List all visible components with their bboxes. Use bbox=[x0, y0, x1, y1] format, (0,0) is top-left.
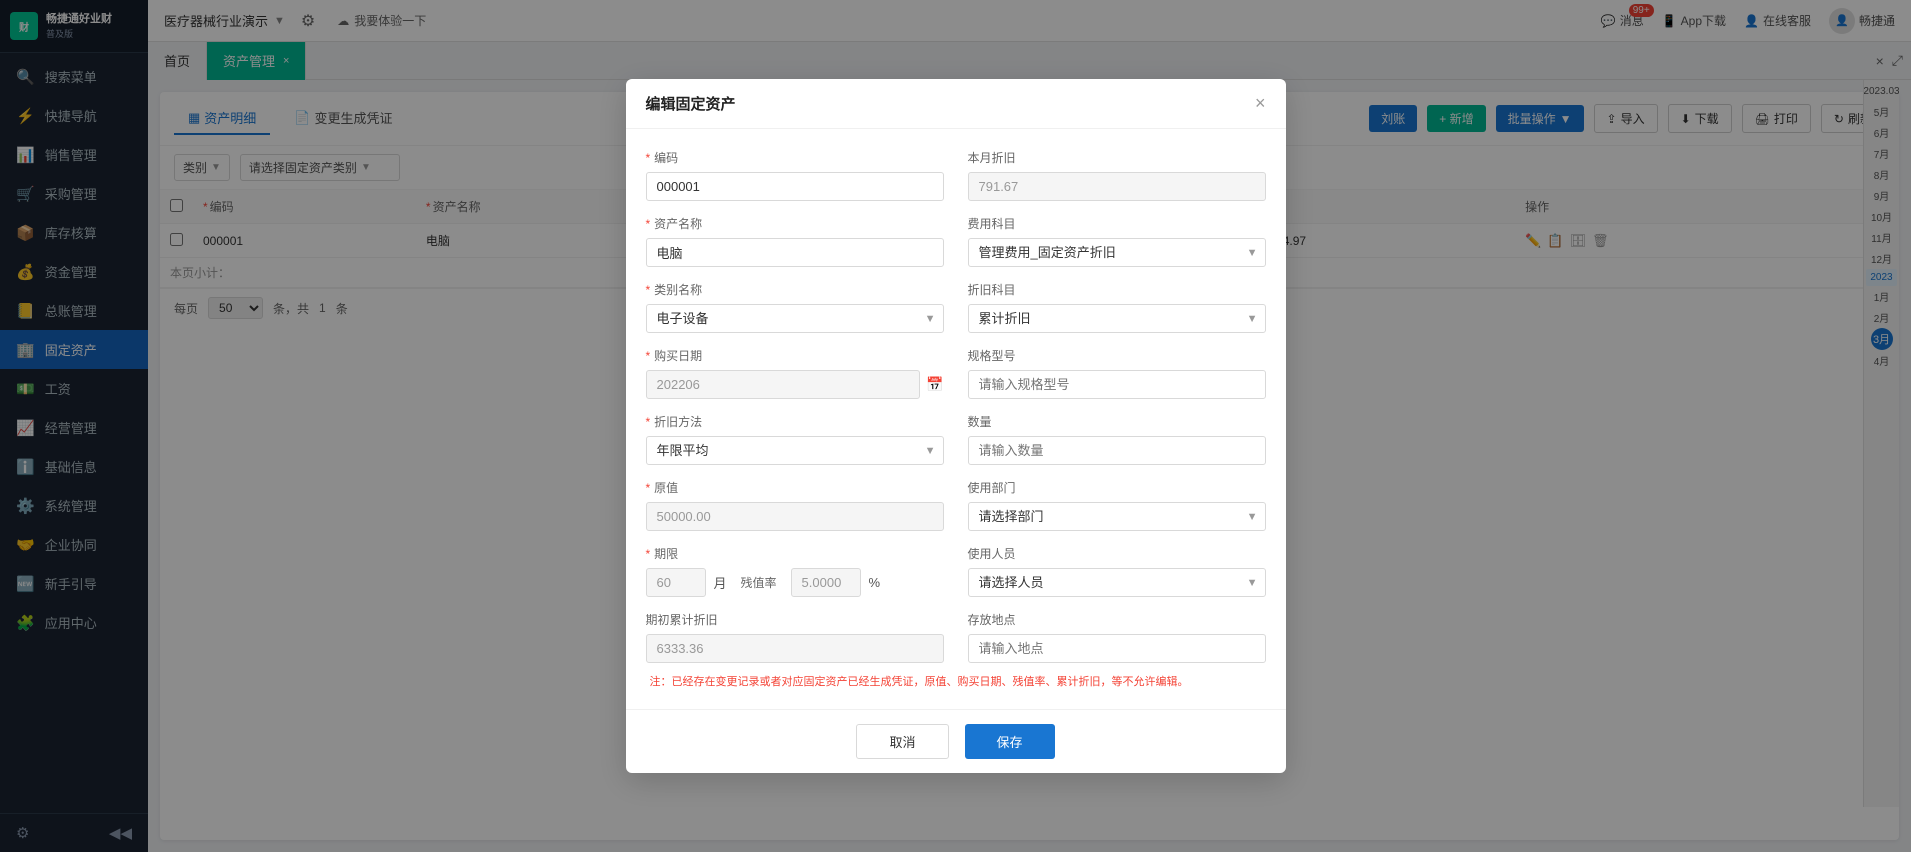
expense-subject-wrapper: 管理费用_固定资产折旧 ▼ bbox=[968, 238, 1266, 267]
field-location: 存放地点 bbox=[968, 611, 1266, 663]
form-right-col: 本月折旧 费用科目 管理费用_固定资产折旧 ▼ bbox=[968, 149, 1266, 663]
user-wrapper: 请选择人员 ▼ bbox=[968, 568, 1266, 597]
asset-form: * 编码 * 资产名称 * bbox=[646, 149, 1266, 663]
spec-input[interactable] bbox=[968, 370, 1266, 399]
field-code: * 编码 bbox=[646, 149, 944, 201]
category-select[interactable]: 电子设备 bbox=[646, 304, 944, 333]
purchase-date-label: 购买日期 bbox=[654, 347, 702, 364]
residual-rate-input[interactable] bbox=[791, 568, 861, 597]
field-user: 使用人员 请选择人员 ▼ bbox=[968, 545, 1266, 597]
purchase-date-input[interactable] bbox=[646, 370, 921, 399]
residual-rate-unit: % bbox=[869, 575, 881, 590]
code-field-label: 编码 bbox=[654, 149, 678, 166]
field-period-residual: * 期限 月 残值率 % bbox=[646, 545, 944, 597]
purchase-date-wrapper: 📅 bbox=[646, 370, 944, 399]
modal-footer: 取消 保存 bbox=[626, 709, 1286, 773]
period-unit: 月 bbox=[714, 573, 727, 592]
location-label: 存放地点 bbox=[968, 611, 1016, 628]
save-button[interactable]: 保存 bbox=[965, 724, 1055, 759]
form-left-col: * 编码 * 资产名称 * bbox=[646, 149, 944, 663]
dep-subject-wrapper: 累计折旧 ▼ bbox=[968, 304, 1266, 333]
field-expense-subject: 费用科目 管理费用_固定资产折旧 ▼ bbox=[968, 215, 1266, 267]
user-select[interactable]: 请选择人员 bbox=[968, 568, 1266, 597]
field-original-value: * 原值 bbox=[646, 479, 944, 531]
modal-overlay: 编辑固定资产 × * 编码 * bbox=[0, 0, 1911, 852]
quantity-label: 数量 bbox=[968, 413, 992, 430]
period-residual-row: 月 残值率 % bbox=[646, 568, 944, 597]
original-value-input[interactable] bbox=[646, 502, 944, 531]
modal-title: 编辑固定资产 bbox=[646, 93, 736, 114]
field-depreciation-method: * 折旧方法 年限平均 ▼ bbox=[646, 413, 944, 465]
modal-note: 注：已经存在变更记录或者对应固定资产已经生成凭证，原值、购买日期、残值率、累计折… bbox=[646, 673, 1266, 689]
dep-method-label: 折旧方法 bbox=[654, 413, 702, 430]
dep-method-select-wrapper: 年限平均 ▼ bbox=[646, 436, 944, 465]
period-input[interactable] bbox=[646, 568, 706, 597]
field-asset-name: * 资产名称 bbox=[646, 215, 944, 267]
field-monthly-dep: 本月折旧 bbox=[968, 149, 1266, 201]
initial-accumulated-input[interactable] bbox=[646, 634, 944, 663]
category-field-label: 类别名称 bbox=[654, 281, 702, 298]
field-quantity: 数量 bbox=[968, 413, 1266, 465]
monthly-dep-input bbox=[968, 172, 1266, 201]
asset-name-field-label: 资产名称 bbox=[654, 215, 702, 232]
field-initial-accumulated: 期初累计折旧 bbox=[646, 611, 944, 663]
dep-subject-select[interactable]: 累计折旧 bbox=[968, 304, 1266, 333]
asset-name-input[interactable] bbox=[646, 238, 944, 267]
location-input[interactable] bbox=[968, 634, 1266, 663]
spec-label: 规格型号 bbox=[968, 347, 1016, 364]
field-department: 使用部门 请选择部门 ▼ bbox=[968, 479, 1266, 531]
field-purchase-date: * 购买日期 📅 bbox=[646, 347, 944, 399]
department-wrapper: 请选择部门 ▼ bbox=[968, 502, 1266, 531]
calendar-icon[interactable]: 📅 bbox=[926, 376, 943, 393]
dep-method-select[interactable]: 年限平均 bbox=[646, 436, 944, 465]
quantity-input[interactable] bbox=[968, 436, 1266, 465]
monthly-dep-label: 本月折旧 bbox=[968, 149, 1016, 166]
modal-close-button[interactable]: × bbox=[1255, 93, 1266, 114]
expense-subject-select[interactable]: 管理费用_固定资产折旧 bbox=[968, 238, 1266, 267]
modal-header: 编辑固定资产 × bbox=[626, 79, 1286, 129]
field-category-name: * 类别名称 电子设备 ▼ bbox=[646, 281, 944, 333]
user-label: 使用人员 bbox=[968, 545, 1016, 562]
department-label: 使用部门 bbox=[968, 479, 1016, 496]
dep-subject-label: 折旧科目 bbox=[968, 281, 1016, 298]
field-spec: 规格型号 bbox=[968, 347, 1266, 399]
cancel-button[interactable]: 取消 bbox=[856, 724, 948, 759]
residual-rate-label: 残值率 bbox=[741, 574, 777, 591]
orig-value-label: 原值 bbox=[654, 479, 678, 496]
init-accum-label: 期初累计折旧 bbox=[646, 611, 718, 628]
period-label: 期限 bbox=[654, 545, 678, 562]
expense-subject-label: 费用科目 bbox=[968, 215, 1016, 232]
department-select[interactable]: 请选择部门 bbox=[968, 502, 1266, 531]
edit-asset-modal: 编辑固定资产 × * 编码 * bbox=[626, 79, 1286, 773]
field-dep-subject: 折旧科目 累计折旧 ▼ bbox=[968, 281, 1266, 333]
modal-body: * 编码 * 资产名称 * bbox=[626, 129, 1286, 709]
category-select-wrapper: 电子设备 ▼ bbox=[646, 304, 944, 333]
code-input[interactable] bbox=[646, 172, 944, 201]
